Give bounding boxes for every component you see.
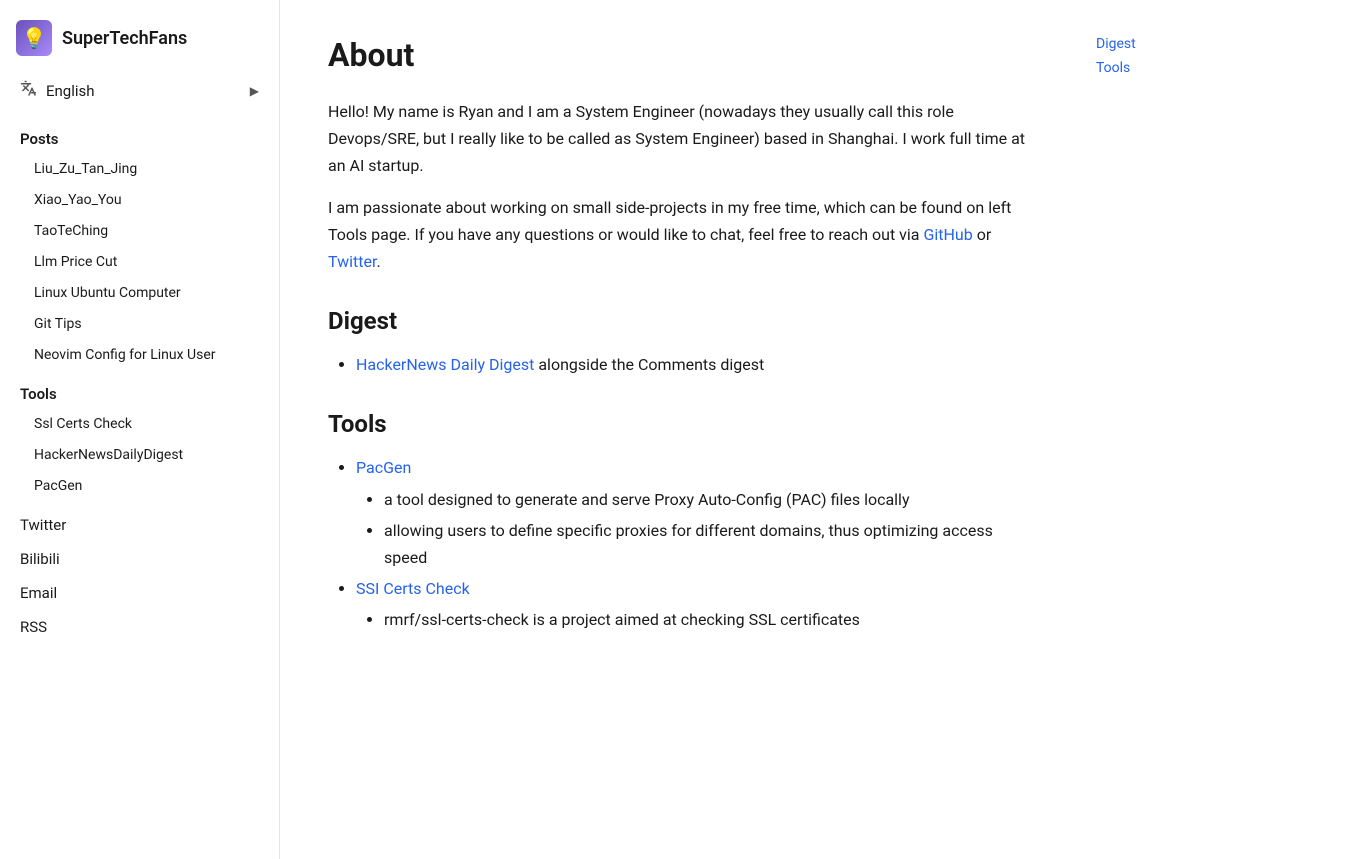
pacgen-link[interactable]: PacGen <box>356 458 411 477</box>
sidebar-link-neovim[interactable]: Neovim Config for Linux User <box>16 340 263 371</box>
pacgen-sub-list: a tool designed to generate and serve Pr… <box>356 486 1032 572</box>
tools-heading: Tools <box>328 410 1032 438</box>
about-text-2a: I am passionate about working on small s… <box>328 198 1011 244</box>
sidebar: 💡 SuperTechFans English ▶ Posts Liu_Zu_T… <box>0 0 280 859</box>
about-paragraph-1: Hello! My name is Ryan and I am a System… <box>328 98 1032 180</box>
about-text-2b: or <box>973 225 992 244</box>
tools-section-label: Tools <box>16 381 263 409</box>
github-link[interactable]: GitHub <box>923 225 972 244</box>
ssl-sub-item-1: rmrf/ssl-certs-check is a project aimed … <box>384 606 1032 633</box>
about-text-1: Hello! My name is Ryan and I am a System… <box>328 102 1025 175</box>
site-logo-link[interactable]: 💡 SuperTechFans <box>16 20 263 56</box>
twitter-link[interactable]: Twitter <box>328 252 376 271</box>
sidebar-link-xiao[interactable]: Xiao_Yao_You <box>16 185 263 216</box>
language-icon <box>20 80 38 102</box>
tools-section: Tools Ssl Certs Check HackerNewsDailyDig… <box>16 377 263 502</box>
sidebar-link-bilibili[interactable]: Bilibili <box>16 542 263 576</box>
digest-item-hackernews: HackerNews Daily Digest alongside the Co… <box>356 351 1032 378</box>
ssl-certs-link[interactable]: SSI Certs Check <box>356 579 470 598</box>
page-title: About <box>328 36 1032 74</box>
digest-item-suffix: alongside the Comments digest <box>538 355 764 374</box>
sidebar-link-rss[interactable]: RSS <box>16 610 263 644</box>
sidebar-link-liu[interactable]: Liu_Zu_Tan_Jing <box>16 154 263 185</box>
posts-section: Posts Liu_Zu_Tan_Jing Xiao_Yao_You TaoTe… <box>16 122 263 371</box>
toc-link-tools[interactable]: Tools <box>1096 60 1224 76</box>
sidebar-link-tao[interactable]: TaoTeChing <box>16 216 263 247</box>
toc-link-digest[interactable]: Digest <box>1096 36 1224 52</box>
sidebar-link-ssl[interactable]: Ssl Certs Check <box>16 409 263 440</box>
site-title: SuperTechFans <box>62 28 187 49</box>
digest-list: HackerNews Daily Digest alongside the Co… <box>328 351 1032 378</box>
sidebar-link-twitter[interactable]: Twitter <box>16 508 263 542</box>
ssl-sub-list: rmrf/ssl-certs-check is a project aimed … <box>356 606 1032 633</box>
hackernews-digest-link[interactable]: HackerNews Daily Digest <box>356 355 534 374</box>
sidebar-link-email[interactable]: Email <box>16 576 263 610</box>
digest-heading: Digest <box>328 307 1032 335</box>
sidebar-link-git[interactable]: Git Tips <box>16 309 263 340</box>
posts-section-label: Posts <box>16 126 263 154</box>
language-label: English <box>46 82 95 100</box>
tools-item-pacgen: PacGen a tool designed to generate and s… <box>356 454 1032 571</box>
table-of-contents: Digest Tools <box>1080 0 1240 859</box>
about-text-2c: . <box>376 252 380 271</box>
language-selector[interactable]: English ▶ <box>16 74 263 108</box>
pacgen-sub-item-1: a tool designed to generate and serve Pr… <box>384 486 1032 513</box>
tools-item-ssl: SSI Certs Check rmrf/ssl-certs-check is … <box>356 575 1032 633</box>
main-content: About Hello! My name is Ryan and I am a … <box>280 0 1080 859</box>
sidebar-link-linux[interactable]: Linux Ubuntu Computer <box>16 278 263 309</box>
pacgen-sub-item-2: allowing users to define specific proxie… <box>384 517 1032 571</box>
tools-list: PacGen a tool designed to generate and s… <box>328 454 1032 633</box>
sidebar-link-hackernews[interactable]: HackerNewsDailyDigest <box>16 440 263 471</box>
sidebar-link-pacgen[interactable]: PacGen <box>16 471 263 502</box>
site-logo-icon: 💡 <box>16 20 52 56</box>
sidebar-link-llm[interactable]: Llm Price Cut <box>16 247 263 278</box>
about-paragraph-2: I am passionate about working on small s… <box>328 194 1032 276</box>
chevron-right-icon: ▶ <box>250 84 259 98</box>
